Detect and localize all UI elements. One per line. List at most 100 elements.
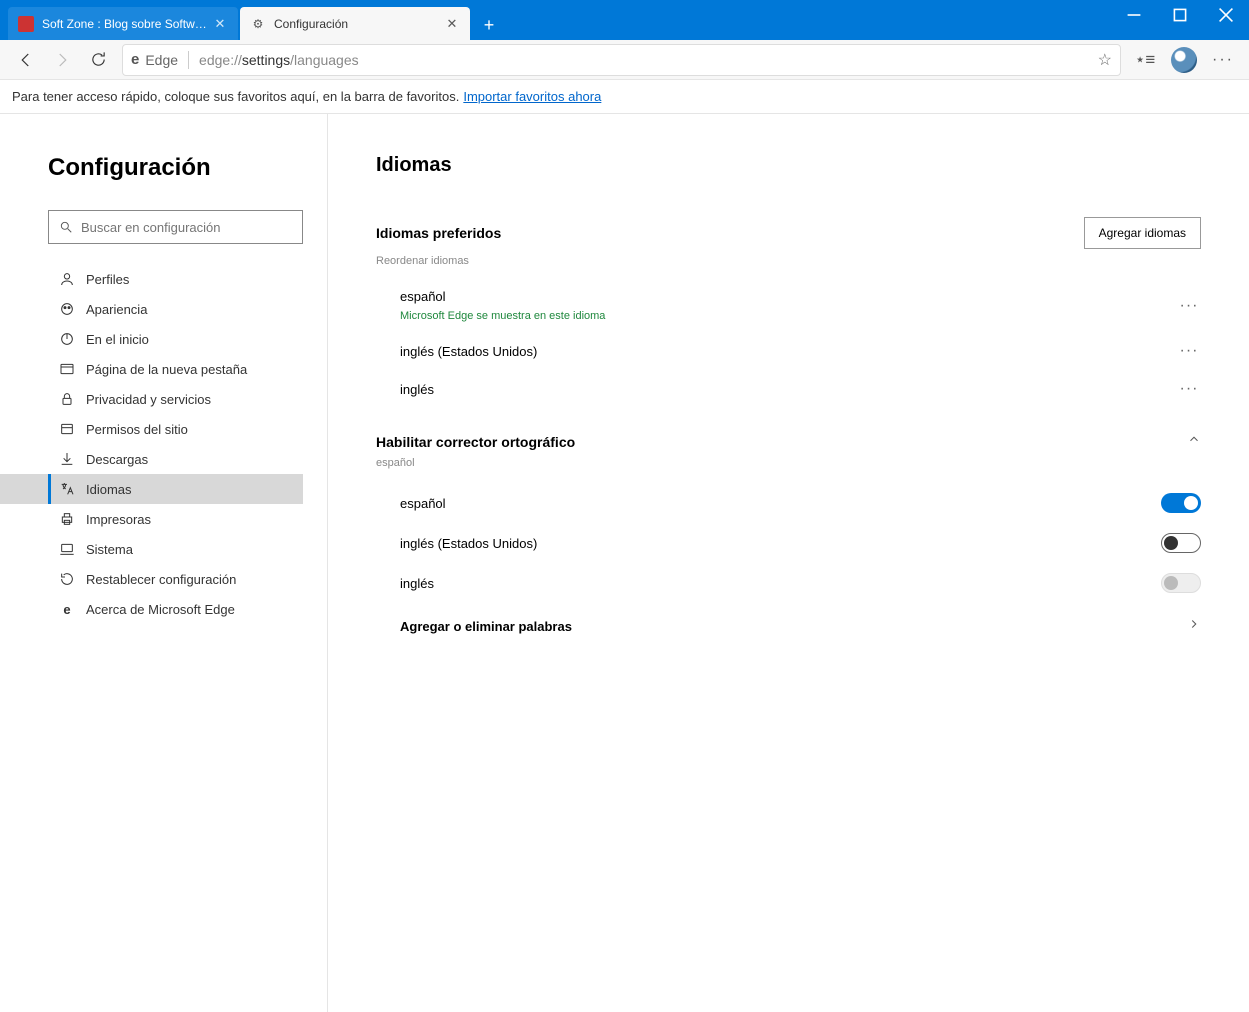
divider	[188, 51, 189, 69]
minimize-button[interactable]	[1111, 0, 1157, 30]
tab-title: Configuración	[274, 17, 440, 31]
profile-avatar[interactable]	[1171, 47, 1197, 73]
settings-sidebar: Configuración Perfiles Apariencia En el …	[0, 114, 328, 1012]
printer-icon	[58, 511, 76, 527]
language-row: español Microsoft Edge se muestra en est…	[376, 279, 1201, 332]
permissions-icon	[58, 421, 76, 437]
sidebar-item-system[interactable]: Sistema	[0, 534, 303, 564]
favorites-button[interactable]: ⋆≡	[1127, 42, 1163, 78]
language-name: español	[400, 289, 1177, 304]
sidebar-item-permissions[interactable]: Permisos del sitio	[0, 414, 303, 444]
spellcheck-toggle	[1161, 573, 1201, 593]
add-languages-button[interactable]: Agregar idiomas	[1084, 217, 1201, 249]
gear-icon: ⚙	[250, 16, 266, 32]
sidebar-item-newtab[interactable]: Página de la nueva pestaña	[0, 354, 303, 384]
sidebar-item-privacy[interactable]: Privacidad y servicios	[0, 384, 303, 414]
spellcheck-lang-name: español	[400, 496, 1161, 511]
settings-search[interactable]	[48, 210, 303, 244]
url-host: settings	[242, 52, 290, 68]
favorite-star-icon[interactable]: ☆	[1098, 50, 1112, 70]
language-more-button[interactable]: ···	[1177, 297, 1201, 315]
tab-title: Soft Zone : Blog sobre Software	[42, 17, 208, 31]
toolbar: e Edge edge://settings/languages ☆ ⋆≡ ··…	[0, 40, 1249, 80]
titlebar: Soft Zone : Blog sobre Software ✕ ⚙ Conf…	[0, 0, 1249, 40]
sidebar-item-label: Página de la nueva pestaña	[86, 362, 247, 377]
appearance-icon	[58, 301, 76, 317]
refresh-button[interactable]	[80, 42, 116, 78]
sidebar-item-reset[interactable]: Restablecer configuración	[0, 564, 303, 594]
profile-icon	[58, 271, 76, 287]
close-icon[interactable]: ✕	[444, 16, 460, 32]
sidebar-item-profiles[interactable]: Perfiles	[0, 264, 303, 294]
sidebar-item-label: Perfiles	[86, 272, 129, 287]
chevron-up-icon[interactable]	[1187, 432, 1201, 451]
language-row: inglés ···	[376, 370, 1201, 408]
tab-settings[interactable]: ⚙ Configuración ✕	[240, 7, 470, 40]
new-tab-button[interactable]: +	[474, 10, 504, 40]
window-controls	[1111, 0, 1249, 30]
sidebar-title: Configuración	[48, 154, 303, 182]
spellcheck-row: inglés	[376, 563, 1201, 603]
newtab-icon	[58, 361, 76, 377]
url-text: edge://settings/languages	[199, 52, 359, 68]
language-display-note: Microsoft Edge se muestra en este idioma	[400, 310, 1177, 322]
language-more-button[interactable]: ···	[1177, 342, 1201, 360]
close-icon[interactable]: ✕	[212, 16, 228, 32]
sidebar-item-label: Idiomas	[86, 482, 132, 497]
spellcheck-subtitle: español	[376, 457, 1201, 469]
language-row: inglés (Estados Unidos) ···	[376, 332, 1201, 370]
reorder-note: Reordenar idiomas	[376, 255, 1201, 267]
spellcheck-row: español	[376, 483, 1201, 523]
sidebar-item-downloads[interactable]: Descargas	[0, 444, 303, 474]
edge-icon: e	[58, 602, 76, 617]
sidebar-item-appearance[interactable]: Apariencia	[0, 294, 303, 324]
sidebar-item-label: Sistema	[86, 542, 133, 557]
sidebar-item-label: Acerca de Microsoft Edge	[86, 602, 235, 617]
page-heading: Idiomas	[376, 154, 1201, 177]
chevron-right-icon	[1187, 617, 1201, 636]
spellcheck-row: inglés (Estados Unidos)	[376, 523, 1201, 563]
settings-main: Idiomas Idiomas preferidos Agregar idiom…	[328, 114, 1249, 1012]
tab-softzone[interactable]: Soft Zone : Blog sobre Software ✕	[8, 7, 238, 40]
more-menu-button[interactable]: ···	[1205, 42, 1241, 78]
spellcheck-toggle[interactable]	[1161, 493, 1201, 513]
favbar-text: Para tener acceso rápido, coloque sus fa…	[12, 89, 459, 104]
import-favorites-link[interactable]: Importar favoritos ahora	[463, 89, 601, 104]
spellcheck-lang-name: inglés	[400, 576, 1161, 591]
sidebar-item-label: Descargas	[86, 452, 148, 467]
manage-words-row[interactable]: Agregar o eliminar palabras	[376, 603, 1201, 650]
settings-search-input[interactable]	[81, 220, 292, 235]
search-icon	[59, 220, 73, 234]
spellcheck-lang-name: inglés (Estados Unidos)	[400, 536, 1161, 551]
lock-icon	[58, 391, 76, 407]
download-icon	[58, 451, 76, 467]
language-more-button[interactable]: ···	[1177, 380, 1201, 398]
sidebar-item-startup[interactable]: En el inicio	[0, 324, 303, 354]
address-bar[interactable]: e Edge edge://settings/languages ☆	[122, 44, 1121, 76]
language-name: inglés (Estados Unidos)	[400, 344, 1177, 359]
maximize-button[interactable]	[1157, 0, 1203, 30]
edge-icon: e	[131, 51, 139, 68]
language-icon	[58, 481, 76, 497]
settings-content: Configuración Perfiles Apariencia En el …	[0, 114, 1249, 1012]
manage-words-label: Agregar o eliminar palabras	[400, 619, 1187, 634]
reset-icon	[58, 571, 76, 587]
tabs-row: Soft Zone : Blog sobre Software ✕ ⚙ Conf…	[0, 0, 1111, 40]
language-name: inglés	[400, 382, 1177, 397]
power-icon	[58, 331, 76, 347]
spellcheck-toggle[interactable]	[1161, 533, 1201, 553]
sidebar-item-languages[interactable]: Idiomas	[0, 474, 303, 504]
preferred-languages-title: Idiomas preferidos	[376, 225, 501, 241]
close-window-button[interactable]	[1203, 0, 1249, 30]
sidebar-item-label: Restablecer configuración	[86, 572, 236, 587]
url-prefix: edge://	[199, 52, 242, 68]
sidebar-item-printers[interactable]: Impresoras	[0, 504, 303, 534]
forward-button[interactable]	[44, 42, 80, 78]
preferred-languages-header: Idiomas preferidos Agregar idiomas	[376, 217, 1201, 249]
sidebar-item-about[interactable]: e Acerca de Microsoft Edge	[0, 594, 303, 624]
sidebar-item-label: Permisos del sitio	[86, 422, 188, 437]
sidebar-item-label: En el inicio	[86, 332, 149, 347]
sidebar-item-label: Privacidad y servicios	[86, 392, 211, 407]
favicon-softzone	[18, 16, 34, 32]
back-button[interactable]	[8, 42, 44, 78]
